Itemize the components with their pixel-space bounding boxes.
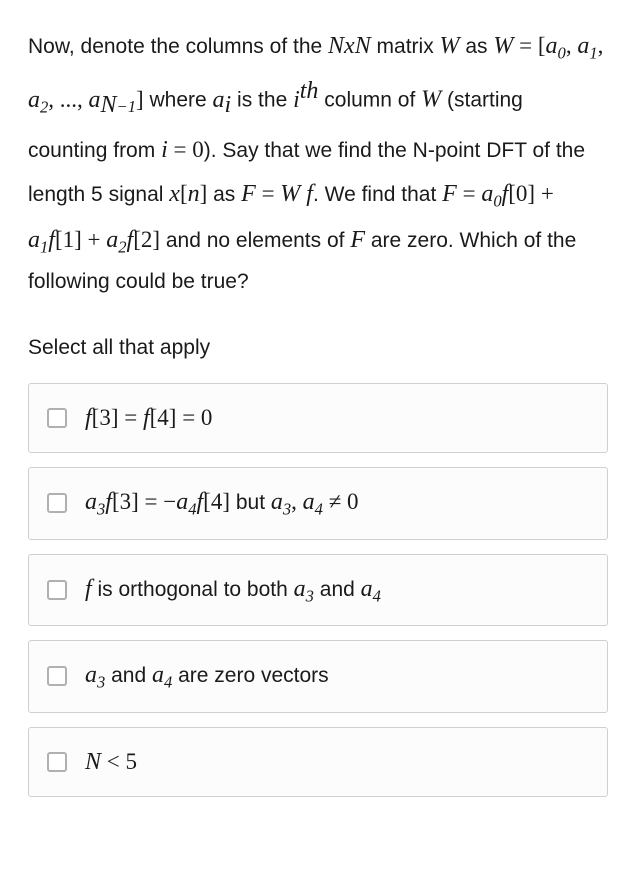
option-5[interactable]: N < 5 — [28, 727, 608, 797]
instruction-text: Select all that apply — [28, 330, 608, 366]
option-4[interactable]: a3 and a4 are zero vectors — [28, 640, 608, 712]
option-5-label: N < 5 — [85, 744, 137, 780]
checkbox-icon[interactable] — [47, 666, 67, 686]
option-3-label: f is orthogonal to both a3 and a4 — [85, 571, 381, 609]
option-1-label: f[3] = f[4] = 0 — [85, 400, 212, 436]
option-4-label: a3 and a4 are zero vectors — [85, 657, 329, 695]
option-1[interactable]: f[3] = f[4] = 0 — [28, 383, 608, 453]
checkbox-icon[interactable] — [47, 580, 67, 600]
option-2-label: a3f[3] = −a4f[4] but a3, a4 ≠ 0 — [85, 484, 359, 522]
question-text: Now, denote the columns of the NxN matri… — [28, 24, 608, 302]
option-3[interactable]: f is orthogonal to both a3 and a4 — [28, 554, 608, 626]
option-2[interactable]: a3f[3] = −a4f[4] but a3, a4 ≠ 0 — [28, 467, 608, 539]
checkbox-icon[interactable] — [47, 752, 67, 772]
checkbox-icon[interactable] — [47, 408, 67, 428]
checkbox-icon[interactable] — [47, 493, 67, 513]
options-container: f[3] = f[4] = 0 a3f[3] = −a4f[4] but a3,… — [28, 383, 608, 796]
